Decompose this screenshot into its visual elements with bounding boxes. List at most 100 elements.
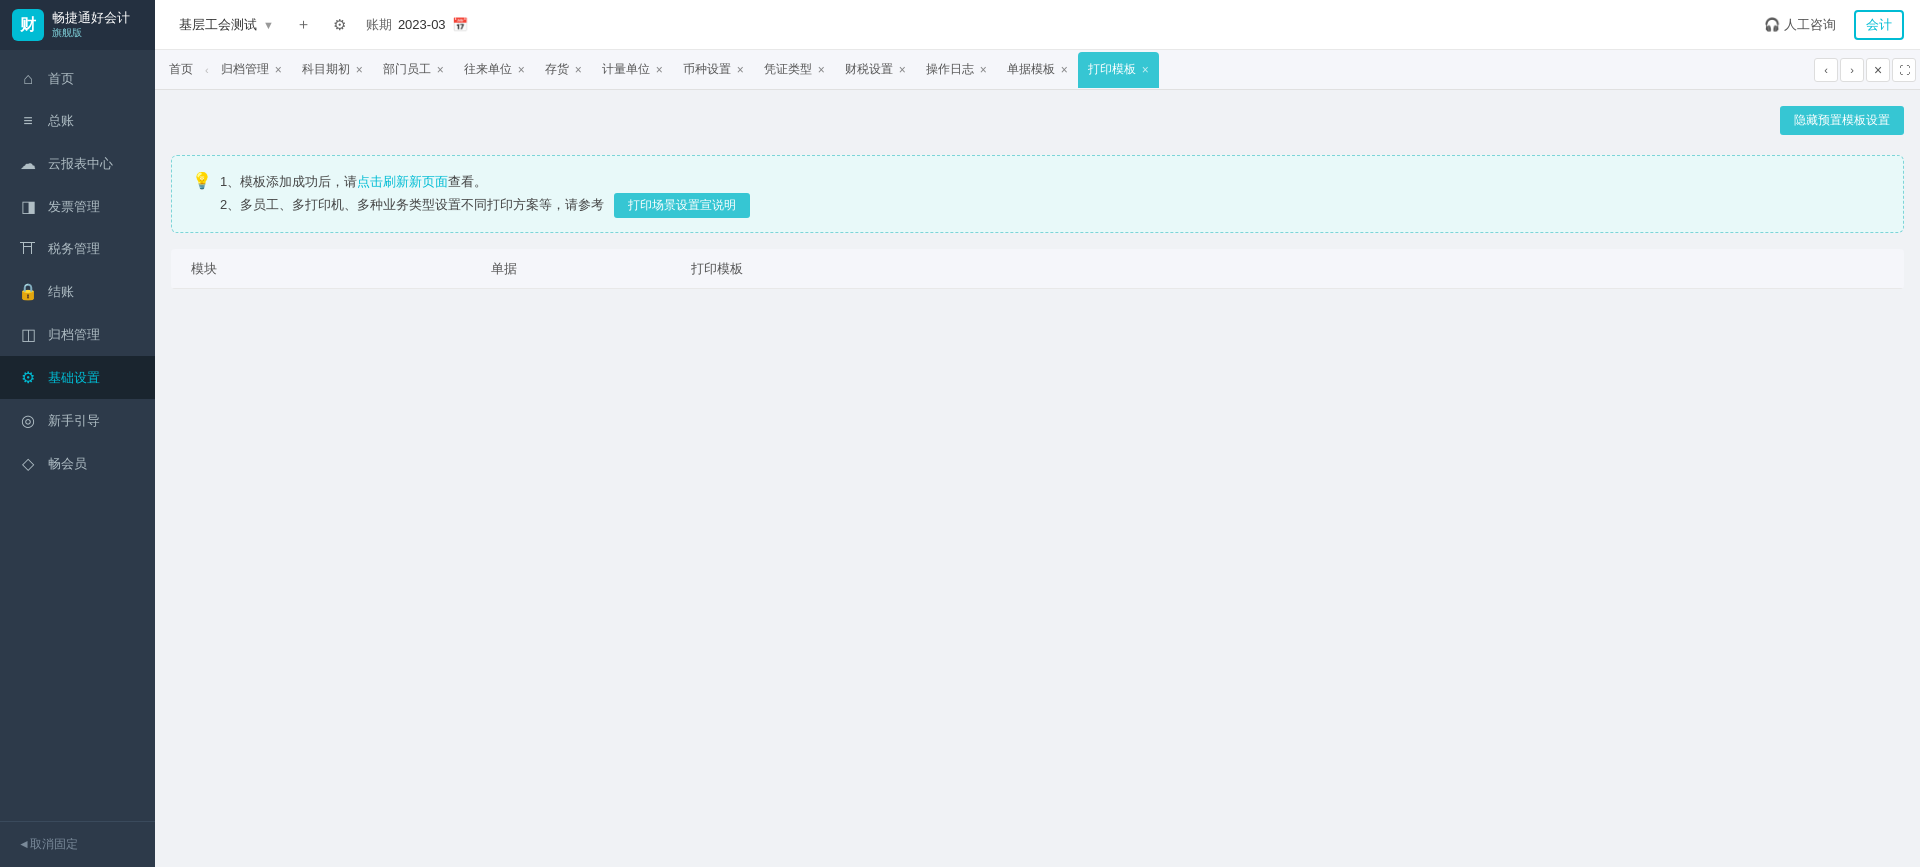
sidebar-item-invoice[interactable]: ◨ 发票管理 <box>0 185 155 228</box>
tab-archive[interactable]: 归档管理 × <box>211 52 292 88</box>
archive-icon: ◫ <box>18 325 38 344</box>
ledger-icon: ≡ <box>18 112 38 130</box>
column-template: 打印模板 <box>671 260 1904 278</box>
tab-prev-button[interactable]: ‹ <box>1814 58 1838 82</box>
tab-print-template[interactable]: 打印模板 × <box>1078 52 1159 88</box>
guide-icon: ◎ <box>18 411 38 430</box>
tab-single-template[interactable]: 单据模板 × <box>997 52 1078 88</box>
invoice-icon: ◨ <box>18 197 38 216</box>
sidebar-item-ledger[interactable]: ≡ 总账 <box>0 100 155 142</box>
sidebar-item-archive[interactable]: ◫ 归档管理 <box>0 313 155 356</box>
sidebar-item-tax[interactable]: ⛩ 税务管理 <box>0 228 155 270</box>
notice-bulb-icon: 💡 <box>192 171 212 190</box>
print-scene-button[interactable]: 打印场景设置宣说明 <box>614 193 750 218</box>
main-area: 基层工会测试 ▼ ＋ ⚙ 账期 2023-03 📅 🎧 人工咨询 会计 首页 ‹… <box>155 0 1920 867</box>
sidebar-label-closing: 结账 <box>48 283 74 301</box>
logo-icon: 财 <box>12 9 44 41</box>
tab-currency-label: 币种设置 <box>683 61 731 78</box>
tab-subject-label: 科目期初 <box>302 61 350 78</box>
sidebar-item-guide[interactable]: ◎ 新手引导 <box>0 399 155 442</box>
tab-single-template-close[interactable]: × <box>1061 63 1068 77</box>
home-icon: ⌂ <box>18 70 38 88</box>
notice-line1: 1、模板添加成功后，请点击刷新新页面查看。 <box>220 170 750 193</box>
tab-department-close[interactable]: × <box>437 63 444 77</box>
sidebar-item-reports[interactable]: ☁ 云报表中心 <box>0 142 155 185</box>
tab-counterpart[interactable]: 往来单位 × <box>454 52 535 88</box>
tab-currency-close[interactable]: × <box>737 63 744 77</box>
tab-single-template-label: 单据模板 <box>1007 61 1055 78</box>
tab-bar: 首页 ‹ 归档管理 × 科目期初 × 部门员工 × 往来单位 × 存货 × 计量… <box>155 50 1920 90</box>
tab-measure-label: 计量单位 <box>602 61 650 78</box>
workspace-dropdown-arrow: ▼ <box>263 19 274 31</box>
sidebar-label-settings: 基础设置 <box>48 369 100 387</box>
table-header: 模块 单据 打印模板 <box>171 249 1904 289</box>
tab-inventory-close[interactable]: × <box>575 63 582 77</box>
notice-box: 💡 1、模板添加成功后，请点击刷新新页面查看。 2、多员工、多打印机、多种业务类… <box>171 155 1904 233</box>
tab-close-all-button[interactable]: × <box>1866 58 1890 82</box>
tab-next-button[interactable]: › <box>1840 58 1864 82</box>
tab-voucher-type-label: 凭证类型 <box>764 61 812 78</box>
tab-voucher-type-close[interactable]: × <box>818 63 825 77</box>
period-label: 账期 <box>366 16 392 34</box>
top-bar-actions: ＋ ⚙ <box>290 11 354 39</box>
sidebar-label-reports: 云报表中心 <box>48 155 113 173</box>
notice-row: 💡 1、模板添加成功后，请点击刷新新页面查看。 2、多员工、多打印机、多种业务类… <box>192 170 1883 218</box>
tab-print-template-label: 打印模板 <box>1088 61 1136 78</box>
tax-icon: ⛩ <box>18 240 38 258</box>
tab-currency[interactable]: 币种设置 × <box>673 52 754 88</box>
sidebar-label-home: 首页 <box>48 70 74 88</box>
sidebar-item-home[interactable]: ⌂ 首页 <box>0 58 155 100</box>
tab-home[interactable]: 首页 <box>159 52 203 88</box>
logo-subtitle: 旗舰版 <box>52 26 130 40</box>
support-button[interactable]: 🎧 人工咨询 <box>1756 12 1844 38</box>
tab-tax-settings-close[interactable]: × <box>899 63 906 77</box>
tab-counterpart-close[interactable]: × <box>518 63 525 77</box>
tab-expand-button[interactable]: ⛶ <box>1892 58 1916 82</box>
notice-line2-prefix: 2、多员工、多打印机、多种业务类型设置不同打印方案等，请参考 <box>220 197 604 212</box>
member-icon: ◇ <box>18 454 38 473</box>
tab-archive-close[interactable]: × <box>275 63 282 77</box>
notice-refresh-link[interactable]: 点击刷新新页面 <box>357 174 448 189</box>
notice-line1-prefix: 1、模板添加成功后，请 <box>220 174 357 189</box>
add-workspace-button[interactable]: ＋ <box>290 11 318 39</box>
tab-inventory-label: 存货 <box>545 61 569 78</box>
tab-measure-close[interactable]: × <box>656 63 663 77</box>
tab-print-template-close[interactable]: × <box>1142 63 1149 77</box>
closing-icon: 🔒 <box>18 282 38 301</box>
account-button[interactable]: 会计 <box>1854 10 1904 40</box>
tab-sep-1: ‹ <box>205 64 209 76</box>
tab-counterpart-label: 往来单位 <box>464 61 512 78</box>
tab-tax-settings[interactable]: 财税设置 × <box>835 52 916 88</box>
tab-archive-label: 归档管理 <box>221 61 269 78</box>
sidebar-nav: ⌂ 首页 ≡ 总账 ☁ 云报表中心 ◨ 发票管理 ⛩ 税务管理 🔒 结账 ◫ 归… <box>0 50 155 821</box>
sidebar-item-member[interactable]: ◇ 畅会员 <box>0 442 155 485</box>
tab-department-label: 部门员工 <box>383 61 431 78</box>
tab-inventory[interactable]: 存货 × <box>535 52 592 88</box>
tab-operation-log-close[interactable]: × <box>980 63 987 77</box>
tab-operation-log[interactable]: 操作日志 × <box>916 52 997 88</box>
tab-subject[interactable]: 科目期初 × <box>292 52 373 88</box>
sidebar-pin-label: ◄取消固定 <box>18 836 78 853</box>
sidebar-item-settings[interactable]: ⚙ 基础设置 <box>0 356 155 399</box>
tab-nav-buttons: ‹ › × ⛶ <box>1814 58 1916 82</box>
settings-button[interactable]: ⚙ <box>326 11 354 39</box>
sidebar-item-closing[interactable]: 🔒 结账 <box>0 270 155 313</box>
calendar-icon[interactable]: 📅 <box>452 17 468 32</box>
settings-icon: ⚙ <box>18 368 38 387</box>
tab-home-label: 首页 <box>169 61 193 78</box>
sidebar-label-guide: 新手引导 <box>48 412 100 430</box>
top-action-bar: 隐藏预置模板设置 <box>171 106 1904 145</box>
tab-subject-close[interactable]: × <box>356 63 363 77</box>
tab-department[interactable]: 部门员工 × <box>373 52 454 88</box>
app-logo: 财 畅捷通好会计 旗舰版 <box>0 0 155 50</box>
tab-tax-settings-label: 财税设置 <box>845 61 893 78</box>
tab-voucher-type[interactable]: 凭证类型 × <box>754 52 835 88</box>
tab-measure[interactable]: 计量单位 × <box>592 52 673 88</box>
support-label: 人工咨询 <box>1784 16 1836 34</box>
workspace-selector[interactable]: 基层工会测试 ▼ <box>171 12 282 38</box>
sidebar-pin-toggle[interactable]: ◄取消固定 <box>0 821 155 867</box>
top-bar-right: 🎧 人工咨询 会计 <box>1756 10 1904 40</box>
hide-preview-button[interactable]: 隐藏预置模板设置 <box>1780 106 1904 135</box>
notice-line1-suffix: 查看。 <box>448 174 487 189</box>
workspace-name: 基层工会测试 <box>179 16 257 34</box>
